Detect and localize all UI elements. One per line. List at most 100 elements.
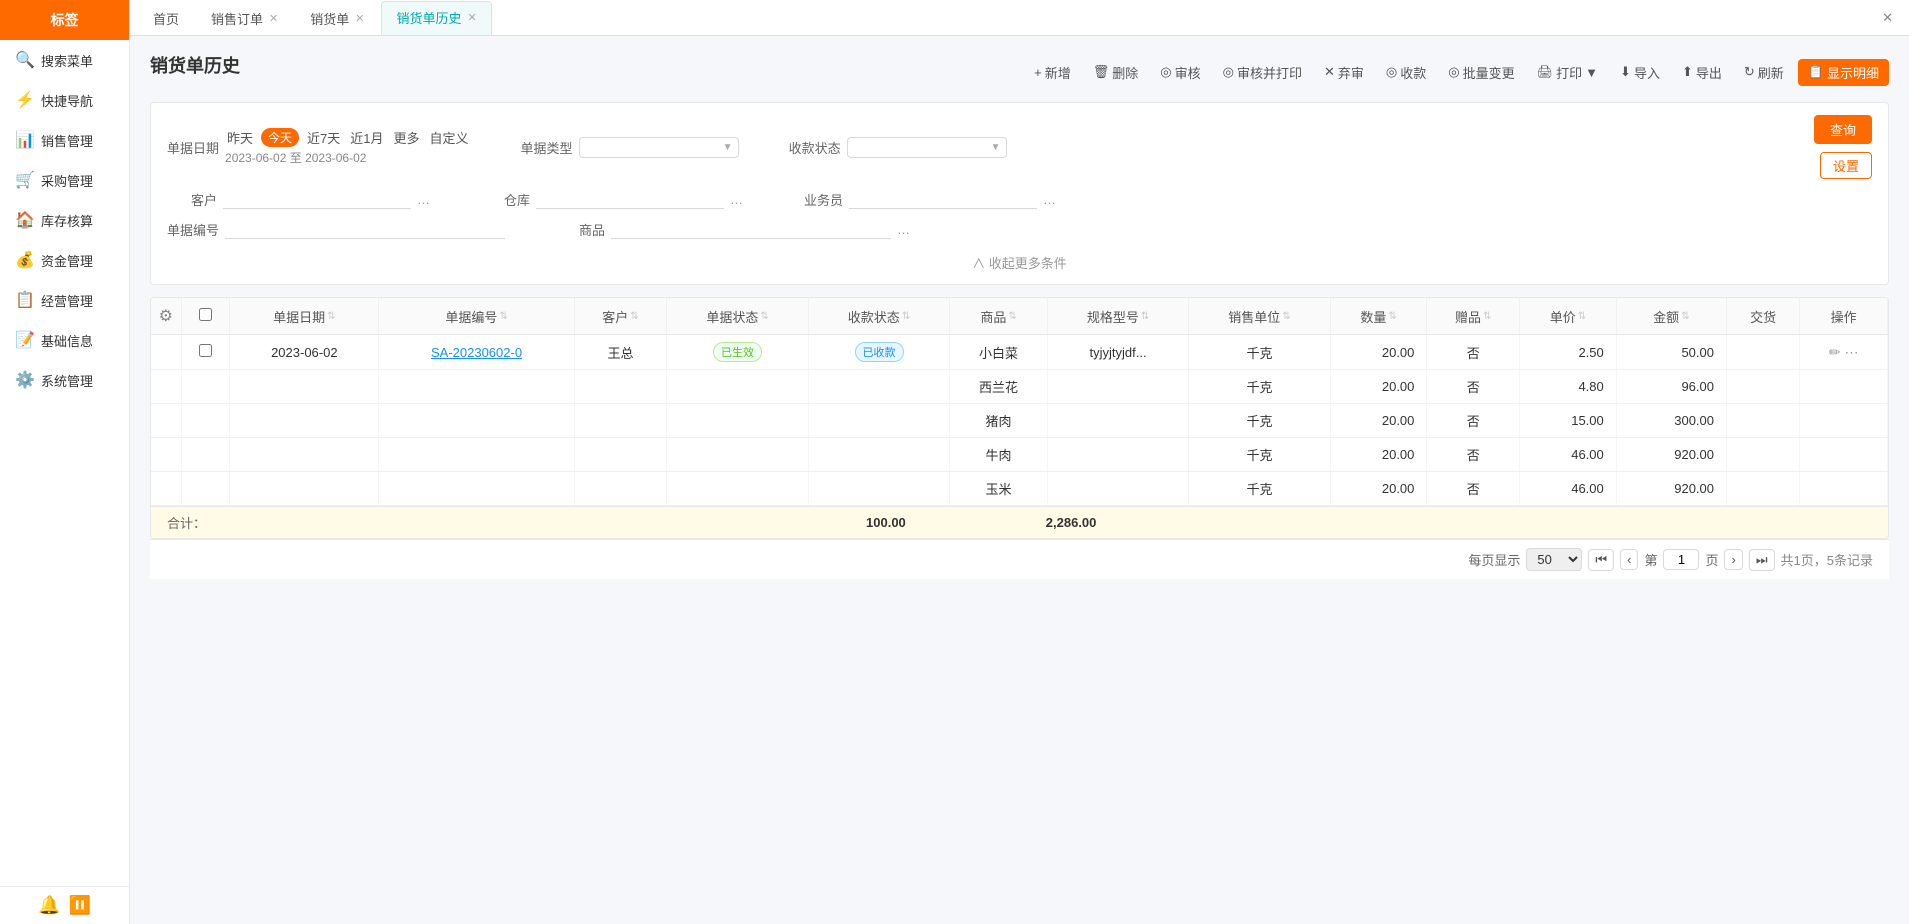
filter-row-3: 单据编号 商品 …	[167, 219, 1872, 239]
review-print-button[interactable]: ◎ 审核并打印	[1215, 59, 1310, 86]
doc-type-select[interactable]	[579, 137, 739, 158]
more-icon[interactable]: ⋯	[1844, 344, 1858, 360]
system-icon: ⚙️	[15, 370, 35, 390]
th-date[interactable]: 单据日期⇅	[230, 298, 379, 335]
table-row: 2023-06-02SA-20230602-0王总已生效已收款小白菜tyjyjt…	[151, 335, 1888, 370]
tab-sales-goods-history-close[interactable]: ✕	[468, 11, 477, 24]
delete-icon: 🗑	[1093, 64, 1110, 80]
page-input[interactable]	[1663, 549, 1699, 570]
pause-icon[interactable]: ⏸️	[69, 895, 91, 916]
payment-status-select-wrapper	[847, 137, 1007, 158]
sidebar-item-basic-info[interactable]: 📝 基础信息	[0, 320, 129, 360]
tab-sales-goods[interactable]: 销货单 ✕	[295, 1, 379, 35]
new-button[interactable]: + 新增	[1026, 59, 1079, 86]
date-tab-custom[interactable]: 自定义	[428, 128, 471, 147]
collect-button[interactable]: ◎ 收款	[1378, 59, 1434, 86]
edit-icon[interactable]: ✏	[1829, 344, 1841, 360]
refresh-button[interactable]: ↻ 刷新	[1736, 59, 1792, 86]
tab-sales-order-label: 销售订单	[211, 9, 263, 28]
close-all-tabs[interactable]: ✕	[1874, 10, 1901, 26]
filter-group-customer: 客户 …	[167, 189, 430, 209]
agent-input[interactable]	[849, 189, 1037, 209]
inventory-icon: 🏠	[15, 210, 35, 230]
next-page-button[interactable]: ›	[1724, 549, 1742, 570]
th-spec[interactable]: 规格型号⇅	[1047, 298, 1188, 335]
collapse-bar[interactable]: ∧ 收起更多条件	[167, 249, 1872, 272]
table-row: 玉米千克20.00否46.00920.00	[151, 472, 1888, 506]
notification-icon[interactable]: 🔔	[38, 895, 60, 916]
doc-no-link[interactable]: SA-20230602-0	[431, 345, 522, 360]
sidebar-item-inventory-calc[interactable]: 🏠 库存核算	[0, 200, 129, 240]
tab-sales-order[interactable]: 销售订单 ✕	[196, 1, 293, 35]
th-checkbox[interactable]	[181, 298, 230, 335]
warehouse-input[interactable]	[536, 189, 724, 209]
filter-group-warehouse: 仓库 …	[480, 189, 743, 209]
payment-status-select[interactable]	[847, 137, 1007, 158]
th-unit[interactable]: 销售单位⇅	[1189, 298, 1330, 335]
th-settings[interactable]: ⚙	[151, 298, 181, 335]
settings-button[interactable]: 设置	[1820, 152, 1872, 179]
goods-input[interactable]	[611, 219, 891, 239]
date-tabs: 昨天 今天 近7天 近1月 更多 自定义	[225, 128, 471, 147]
first-page-button[interactable]: ⏮	[1588, 549, 1614, 571]
warehouse-dots[interactable]: …	[730, 192, 743, 207]
goods-dots[interactable]: …	[897, 222, 910, 237]
table-row: 牛肉千克20.00否46.00920.00	[151, 438, 1888, 472]
sidebar-item-label: 基础信息	[41, 331, 93, 350]
th-pay-status[interactable]: 收款状态⇅	[808, 298, 949, 335]
date-range-display: 2023-06-02 至 2023-06-02	[225, 149, 471, 166]
th-doc-status[interactable]: 单据状态⇅	[667, 298, 808, 335]
select-all-checkbox[interactable]	[199, 308, 212, 321]
date-tab-today[interactable]: 今天	[261, 128, 299, 147]
data-table: ⚙ 单据日期⇅ 单据编号⇅ 客户⇅ 单据状态⇅ 收款状态⇅ 商品⇅ 规格型号⇅ …	[151, 298, 1888, 506]
review-button[interactable]: ◎ 审核	[1152, 59, 1208, 86]
sidebar-item-purchase-mgmt[interactable]: 🛒 采购管理	[0, 160, 129, 200]
doc-no-input[interactable]	[225, 219, 505, 239]
last-page-button[interactable]: ⏭	[1749, 549, 1775, 571]
export-button[interactable]: ⬆ 导出	[1674, 59, 1730, 86]
print-button[interactable]: 🖨 打印 ▼	[1529, 59, 1606, 86]
date-tab-1month[interactable]: 近1月	[348, 128, 385, 147]
collect-icon: ◎	[1386, 64, 1397, 80]
tab-sales-goods-history-label: 销货单历史	[396, 8, 461, 27]
customer-dots[interactable]: …	[417, 192, 430, 207]
th-goods[interactable]: 商品⇅	[950, 298, 1048, 335]
th-gift[interactable]: 赠品⇅	[1427, 298, 1520, 335]
show-detail-button[interactable]: 📋 显示明细	[1798, 59, 1889, 86]
sidebar-item-quick-nav[interactable]: ⚡ 快捷导航	[0, 80, 129, 120]
sidebar-item-system-mgmt[interactable]: ⚙️ 系统管理	[0, 360, 129, 400]
date-tab-7days[interactable]: 近7天	[305, 128, 342, 147]
tab-sales-goods-close[interactable]: ✕	[355, 12, 364, 25]
sidebar-item-finance-mgmt[interactable]: 💰 资金管理	[0, 240, 129, 280]
per-page-select[interactable]: 50 100 200	[1526, 548, 1582, 571]
import-button[interactable]: ⬇ 导入	[1612, 59, 1668, 86]
footer-qty-total: 100.00	[866, 515, 906, 530]
tab-home[interactable]: 首页	[138, 1, 194, 35]
row-checkbox[interactable]	[199, 344, 212, 357]
date-filter-group: 昨天 今天 近7天 近1月 更多 自定义 2023-06-02 至 2023-0…	[225, 128, 471, 166]
th-price[interactable]: 单价⇅	[1520, 298, 1617, 335]
sidebar-item-sales-mgmt[interactable]: 📊 销售管理	[0, 120, 129, 160]
date-tab-more[interactable]: 更多	[392, 128, 422, 147]
sidebar: 标签 🔍 搜索菜单 ⚡ 快捷导航 📊 销售管理 🛒 采购管理 🏠 库存核算 💰 …	[0, 0, 130, 924]
filter-group-date: 单据日期 昨天 今天 近7天 近1月 更多 自定义 2023-06-02 至 2…	[167, 128, 471, 166]
sidebar-item-search-menu[interactable]: 🔍 搜索菜单	[0, 40, 129, 80]
date-tab-yesterday[interactable]: 昨天	[225, 128, 255, 147]
query-button[interactable]: 查询	[1814, 115, 1872, 144]
th-doc-no[interactable]: 单据编号⇅	[379, 298, 574, 335]
th-qty[interactable]: 数量⇅	[1330, 298, 1427, 335]
delete-button[interactable]: 🗑 删除	[1085, 59, 1147, 86]
sidebar-item-operations-mgmt[interactable]: 📋 经营管理	[0, 280, 129, 320]
customer-input[interactable]	[223, 189, 411, 209]
sort-customer-icon: ⇅	[630, 311, 638, 322]
th-customer[interactable]: 客户⇅	[574, 298, 667, 335]
tab-sales-goods-history[interactable]: 销货单历史 ✕	[381, 1, 491, 35]
footer-amount-total: 2,286.00	[1046, 515, 1097, 530]
prev-page-button[interactable]: ‹	[1620, 549, 1638, 570]
th-amount[interactable]: 金额⇅	[1616, 298, 1726, 335]
discard-button[interactable]: ✕ 弃审	[1316, 59, 1372, 86]
agent-dots[interactable]: …	[1043, 192, 1056, 207]
sort-amount-icon: ⇅	[1681, 311, 1689, 322]
tab-sales-order-close[interactable]: ✕	[269, 12, 278, 25]
batch-change-button[interactable]: ◎ 批量变更	[1440, 59, 1522, 86]
